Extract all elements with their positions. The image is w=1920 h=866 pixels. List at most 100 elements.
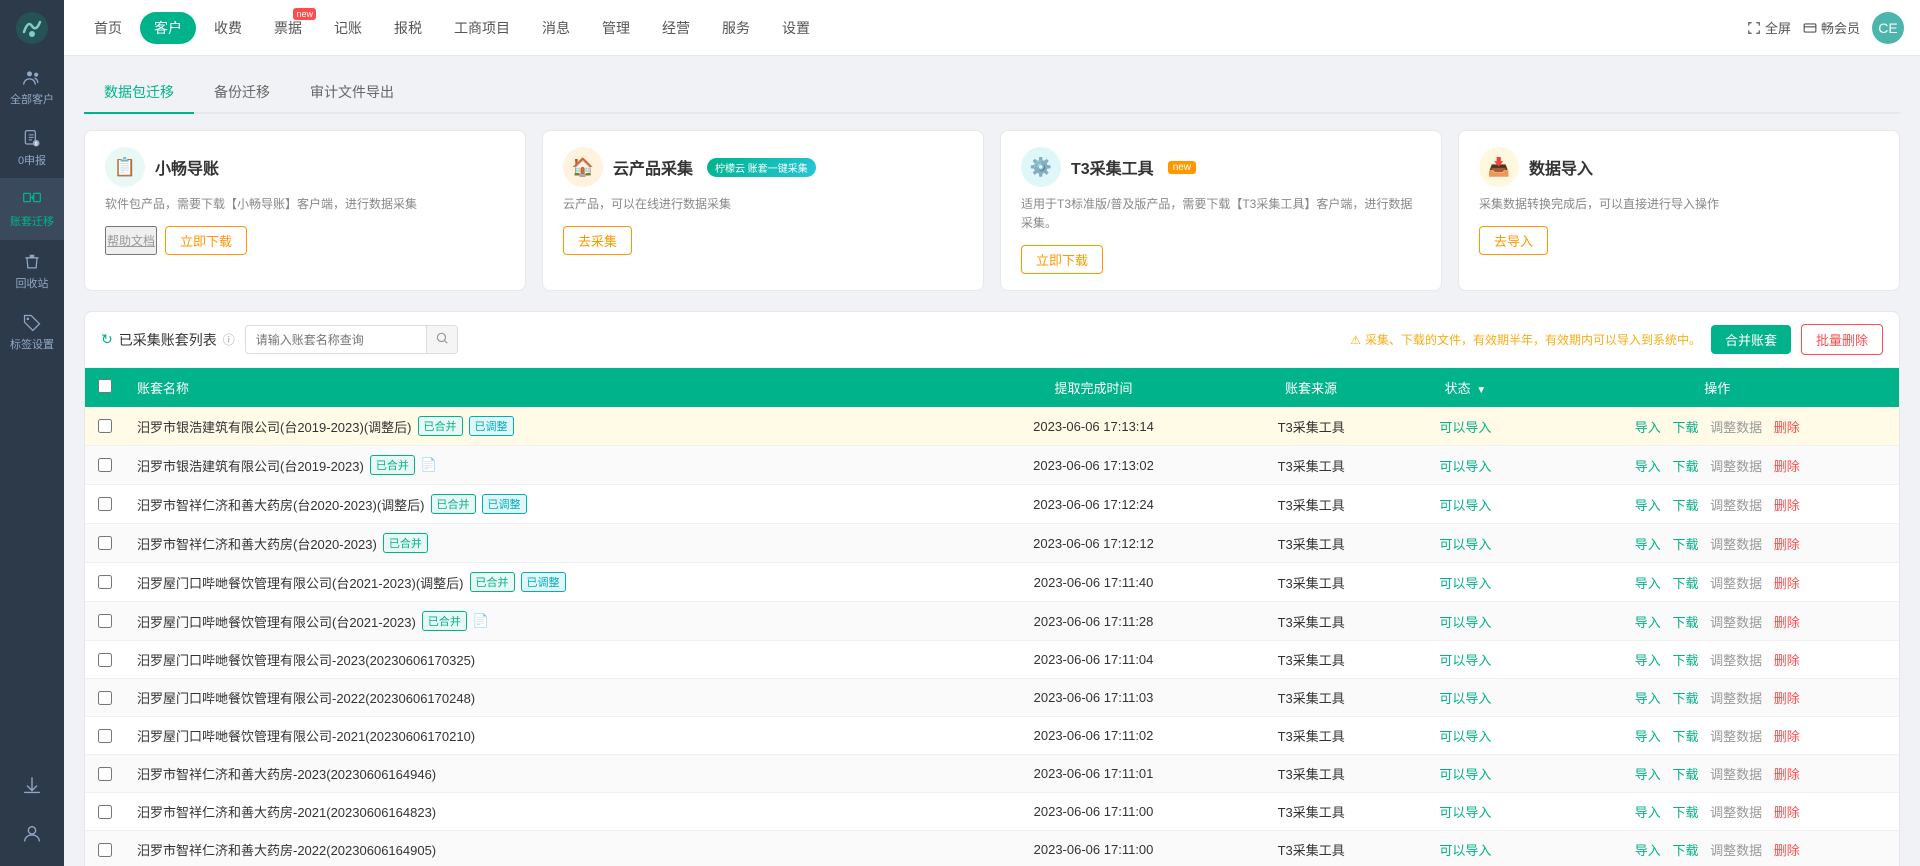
nav-service[interactable]: 服务 xyxy=(708,12,764,44)
sidebar-item-all-clients[interactable]: 全部客户 xyxy=(0,56,64,117)
download-link[interactable]: 下载 xyxy=(1672,537,1698,552)
delete-link[interactable]: 删除 xyxy=(1774,615,1800,630)
download-link[interactable]: 下载 xyxy=(1672,729,1698,744)
adjust-data-link[interactable]: 调整数据 xyxy=(1710,615,1762,630)
download-link[interactable]: 下载 xyxy=(1672,843,1698,858)
adjust-data-link[interactable]: 调整数据 xyxy=(1710,691,1762,706)
row-checkbox[interactable] xyxy=(98,614,112,628)
delete-link[interactable]: 删除 xyxy=(1774,843,1800,858)
row-checkbox[interactable] xyxy=(98,497,112,511)
user-profile-button[interactable] xyxy=(12,814,52,854)
go-collect-button[interactable]: 去采集 xyxy=(563,226,632,255)
download-link[interactable]: 下载 xyxy=(1672,498,1698,513)
delete-link[interactable]: 删除 xyxy=(1774,767,1800,782)
fullscreen-button[interactable]: 全屏 xyxy=(1747,18,1791,37)
row-checkbox[interactable] xyxy=(98,691,112,705)
nav-bizproject[interactable]: 工商项目 xyxy=(440,12,524,44)
download-link[interactable]: 下载 xyxy=(1672,576,1698,591)
delete-link[interactable]: 删除 xyxy=(1774,498,1800,513)
sidebar-item-zero-report[interactable]: 0 0申报 xyxy=(0,117,64,178)
row-tag[interactable]: 已合并 xyxy=(383,533,428,553)
sidebar-item-account-migration[interactable]: 账套迁移 xyxy=(0,178,64,239)
adjust-data-link[interactable]: 调整数据 xyxy=(1710,653,1762,668)
delete-link[interactable]: 删除 xyxy=(1774,653,1800,668)
row-checkbox[interactable] xyxy=(98,458,112,472)
delete-link[interactable]: 删除 xyxy=(1774,420,1800,435)
select-all-checkbox[interactable] xyxy=(98,379,112,393)
nav-tax[interactable]: 报税 xyxy=(380,12,436,44)
row-checkbox[interactable] xyxy=(98,767,112,781)
import-link[interactable]: 导入 xyxy=(1635,420,1661,435)
row-tag[interactable]: 已合并 xyxy=(418,416,463,436)
row-checkbox[interactable] xyxy=(98,575,112,589)
row-checkbox[interactable] xyxy=(98,729,112,743)
app-logo[interactable] xyxy=(0,0,64,56)
nav-message[interactable]: 消息 xyxy=(528,12,584,44)
nav-management[interactable]: 管理 xyxy=(588,12,644,44)
download-link[interactable]: 下载 xyxy=(1672,691,1698,706)
adjust-data-link[interactable]: 调整数据 xyxy=(1710,537,1762,552)
delete-link[interactable]: 删除 xyxy=(1774,729,1800,744)
row-checkbox[interactable] xyxy=(98,653,112,667)
adjust-data-link[interactable]: 调整数据 xyxy=(1710,729,1762,744)
nav-operation[interactable]: 经营 xyxy=(648,12,704,44)
sidebar-item-recycle[interactable]: 回收站 xyxy=(0,240,64,301)
download-button[interactable] xyxy=(12,766,52,806)
adjust-data-link[interactable]: 调整数据 xyxy=(1710,576,1762,591)
import-link[interactable]: 导入 xyxy=(1635,843,1661,858)
import-link[interactable]: 导入 xyxy=(1635,537,1661,552)
adjust-data-link[interactable]: 调整数据 xyxy=(1710,843,1762,858)
import-link[interactable]: 导入 xyxy=(1635,459,1661,474)
vip-button[interactable]: 畅会员 xyxy=(1803,18,1860,37)
search-input[interactable] xyxy=(246,328,426,352)
search-button[interactable] xyxy=(426,326,457,353)
t3-download-button[interactable]: 立即下载 xyxy=(1021,245,1103,274)
adjust-data-link[interactable]: 调整数据 xyxy=(1710,805,1762,820)
adjust-data-link[interactable]: 调整数据 xyxy=(1710,767,1762,782)
row-tag[interactable]: 已合并 xyxy=(370,455,415,475)
file-icon[interactable]: 📄 xyxy=(473,613,489,629)
refresh-icon[interactable]: ↻ xyxy=(101,331,113,348)
row-tag[interactable]: 已调整 xyxy=(482,494,527,514)
download-link[interactable]: 下载 xyxy=(1672,615,1698,630)
nav-home[interactable]: 首页 xyxy=(80,12,136,44)
import-link[interactable]: 导入 xyxy=(1635,805,1661,820)
row-checkbox[interactable] xyxy=(98,843,112,857)
delete-link[interactable]: 删除 xyxy=(1774,459,1800,474)
delete-link[interactable]: 删除 xyxy=(1774,691,1800,706)
delete-link[interactable]: 删除 xyxy=(1774,805,1800,820)
batch-delete-button[interactable]: 批量删除 xyxy=(1801,324,1883,355)
delete-link[interactable]: 删除 xyxy=(1774,576,1800,591)
download-link[interactable]: 下载 xyxy=(1672,653,1698,668)
import-link[interactable]: 导入 xyxy=(1635,498,1661,513)
row-checkbox[interactable] xyxy=(98,419,112,433)
import-link[interactable]: 导入 xyxy=(1635,691,1661,706)
avatar[interactable]: CE xyxy=(1872,12,1904,44)
download-link[interactable]: 下载 xyxy=(1672,420,1698,435)
row-tag[interactable]: 已调整 xyxy=(469,416,514,436)
row-tag[interactable]: 已合并 xyxy=(431,494,476,514)
import-link[interactable]: 导入 xyxy=(1635,615,1661,630)
download-link[interactable]: 下载 xyxy=(1672,805,1698,820)
merge-account-button[interactable]: 合并账套 xyxy=(1711,325,1791,354)
file-icon[interactable]: 📄 xyxy=(421,457,437,473)
nav-accounting[interactable]: 记账 xyxy=(320,12,376,44)
tab-audit-export[interactable]: 审计文件导出 xyxy=(290,72,414,114)
info-icon[interactable]: ⓘ xyxy=(223,331,235,348)
import-link[interactable]: 导入 xyxy=(1635,729,1661,744)
download-now-button[interactable]: 立即下载 xyxy=(165,226,247,255)
tab-backup-migration[interactable]: 备份迁移 xyxy=(194,72,290,114)
row-checkbox[interactable] xyxy=(98,805,112,819)
import-link[interactable]: 导入 xyxy=(1635,653,1661,668)
import-link[interactable]: 导入 xyxy=(1635,576,1661,591)
sidebar-item-tag-settings[interactable]: 标签设置 xyxy=(0,301,64,362)
adjust-data-link[interactable]: 调整数据 xyxy=(1710,498,1762,513)
nav-clients[interactable]: 客户 xyxy=(140,12,196,44)
import-link[interactable]: 导入 xyxy=(1635,767,1661,782)
download-link[interactable]: 下载 xyxy=(1672,459,1698,474)
nav-billing[interactable]: 收费 xyxy=(200,12,256,44)
help-doc-button[interactable]: 帮助文档 xyxy=(105,226,157,255)
nav-invoice[interactable]: 票据 new xyxy=(260,12,316,44)
delete-link[interactable]: 删除 xyxy=(1774,537,1800,552)
download-link[interactable]: 下载 xyxy=(1672,767,1698,782)
